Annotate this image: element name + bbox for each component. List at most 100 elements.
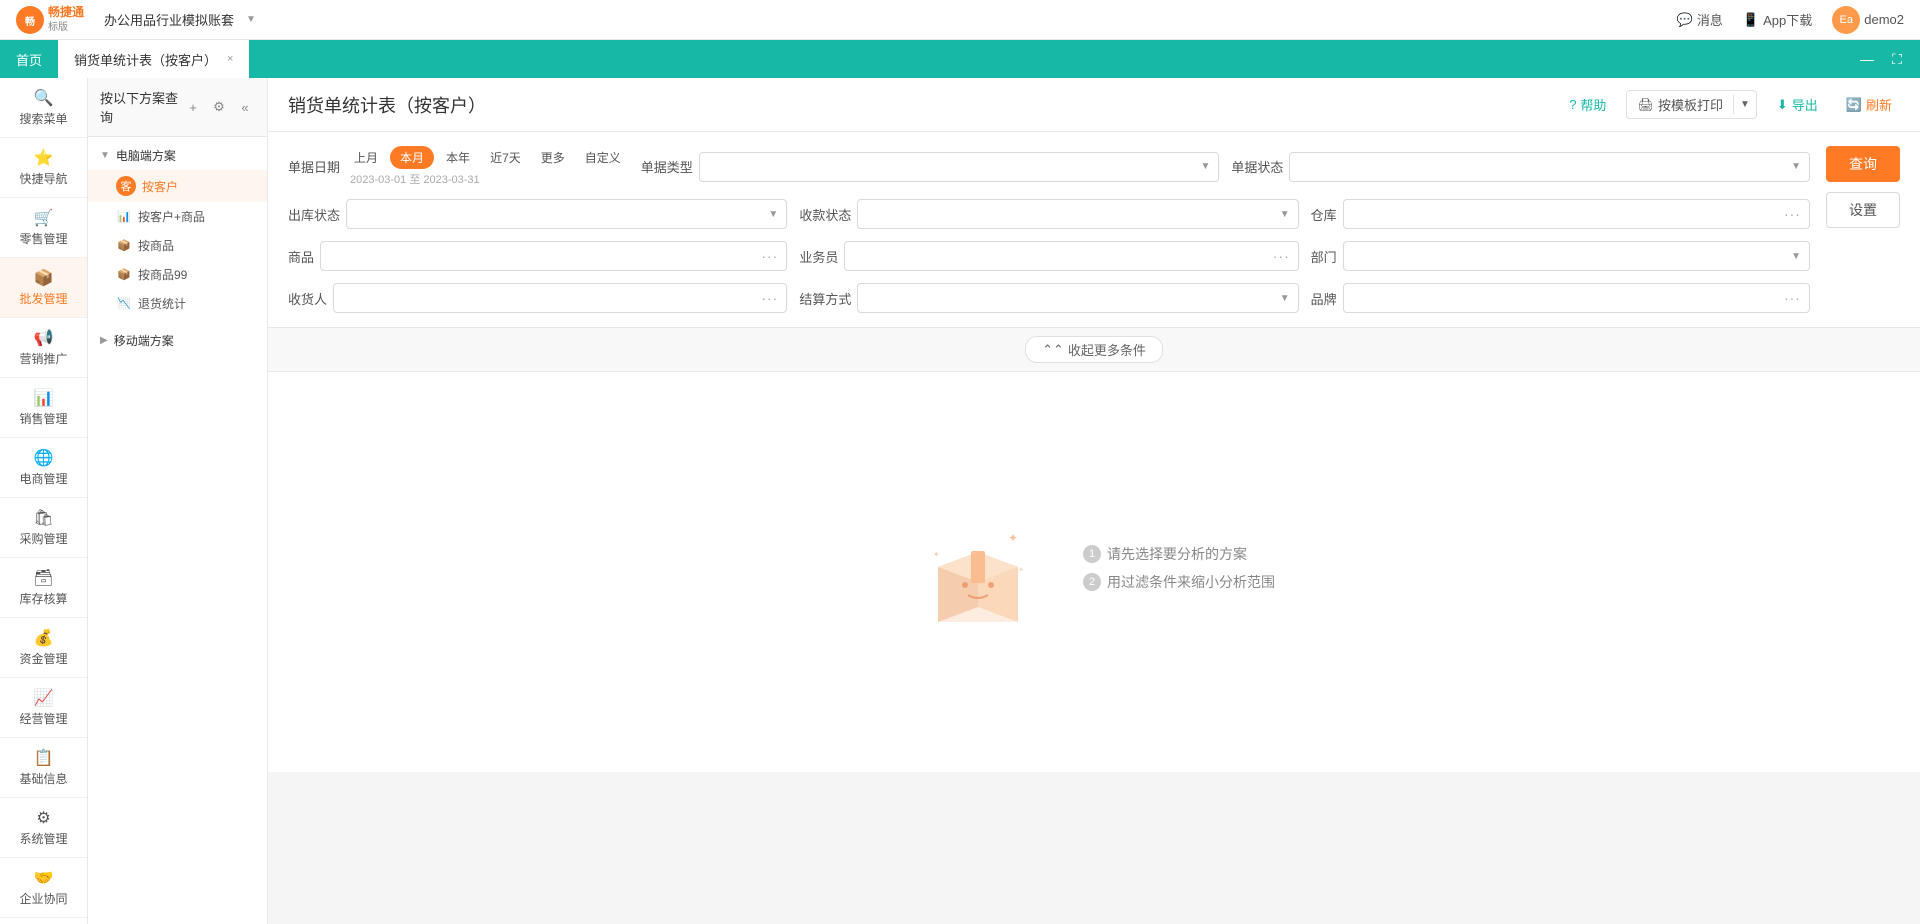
shipment-status-select[interactable]: ▼ bbox=[346, 199, 787, 229]
sidebar-item-marketing[interactable]: 📢 营销推广 bbox=[0, 318, 87, 378]
current-year-btn[interactable]: 本年 bbox=[438, 146, 478, 169]
order-type-select[interactable]: ▼ bbox=[699, 152, 1220, 182]
sidebar-item-wholesale[interactable]: 📦 批发管理 bbox=[0, 258, 87, 318]
message-icon: 💬 bbox=[1677, 12, 1693, 28]
tree-item-by-customer[interactable]: 客 按客户 bbox=[88, 170, 267, 202]
hint-num-2: 2 bbox=[1083, 573, 1101, 591]
sidebar-item-ecom[interactable]: 🌐 电商管理 bbox=[0, 438, 87, 498]
sidebar-item-finance[interactable]: 💰 资金管理 bbox=[0, 618, 87, 678]
avatar: Ea bbox=[1832, 6, 1860, 34]
tab-home[interactable]: 首页 bbox=[0, 40, 58, 78]
receiver-label: 收货人 bbox=[288, 289, 327, 308]
refresh-btn[interactable]: 🔄 刷新 bbox=[1838, 91, 1900, 118]
goods-select[interactable]: ··· bbox=[320, 241, 787, 271]
print-btn[interactable]: 🖨 按模板打印 bbox=[1627, 91, 1733, 118]
payment-status-label: 收款状态 bbox=[799, 205, 851, 224]
payment-status-select[interactable]: ▼ bbox=[857, 199, 1298, 229]
print-arrow-btn[interactable]: ▼ bbox=[1733, 95, 1756, 114]
filter-row-2: 出库状态 ▼ 收款状态 ▼ 仓库 bbox=[288, 199, 1810, 229]
tree-item-return-stats[interactable]: 📉 退货统计 bbox=[88, 289, 267, 318]
sidebar: 🔍 搜索菜单 ⭐ 快捷导航 🛒 零售管理 📦 批发管理 📢 营销推广 📊 销售管… bbox=[0, 78, 88, 924]
last7days-btn[interactable]: 近7天 bbox=[482, 146, 529, 169]
content-area: 销货单统计表（按客户） ? 帮助 🖨 按模板打印 ▼ ⬇ 导出 bbox=[268, 78, 1920, 924]
message-btn[interactable]: 💬 消息 bbox=[1677, 10, 1723, 29]
app-download-btn[interactable]: 📱 App下载 bbox=[1743, 10, 1812, 29]
empty-illustration-svg: ✦ ✦ ✦ bbox=[913, 507, 1043, 637]
staff-filter: 业务员 ··· bbox=[799, 241, 1298, 271]
sidebar-basic-label: 基础信息 bbox=[4, 770, 83, 787]
warehouse-dots: ··· bbox=[1784, 206, 1801, 222]
tree-group-desktop-label: 电脑端方案 bbox=[116, 147, 176, 164]
sidebar-item-retail[interactable]: 🛒 零售管理 bbox=[0, 198, 87, 258]
sidebar-item-search[interactable]: 🔍 搜索菜单 bbox=[0, 78, 87, 138]
sidebar-item-quick-nav[interactable]: ⭐ 快捷导航 bbox=[0, 138, 87, 198]
payment-method-label: 结算方式 bbox=[799, 289, 851, 308]
help-btn[interactable]: ? 帮助 bbox=[1561, 91, 1614, 118]
tab-close-btn[interactable]: × bbox=[227, 53, 233, 65]
receiver-select[interactable]: ··· bbox=[333, 283, 787, 313]
brand-select[interactable]: ··· bbox=[1343, 283, 1810, 313]
staff-select[interactable]: ··· bbox=[844, 241, 1298, 271]
filter-left: 单据日期 上月 本月 本年 近7天 更多 自定义 20 bbox=[288, 146, 1810, 313]
action-btns: 查询 设置 bbox=[1826, 146, 1900, 313]
topbar-title: 办公用品行业模拟账套 bbox=[104, 10, 234, 29]
filter-row-1: 单据日期 上月 本月 本年 近7天 更多 自定义 20 bbox=[288, 146, 1810, 187]
tree-item-return-stats-label: 退货统计 bbox=[138, 295, 186, 312]
minimize-btn[interactable]: — bbox=[1856, 48, 1878, 70]
custom-date-btn[interactable]: 自定义 bbox=[577, 146, 629, 169]
shipment-arrow: ▼ bbox=[768, 209, 778, 220]
order-status-filter: 单据状态 ▼ bbox=[1231, 152, 1810, 182]
topbar-title-arrow: ▼ bbox=[246, 14, 256, 25]
sidebar-item-basic[interactable]: 📋 基础信息 bbox=[0, 738, 87, 798]
payment-method-filter: 结算方式 ▼ bbox=[799, 283, 1298, 313]
tree-item-by-customer-goods[interactable]: 📊 按客户+商品 bbox=[88, 202, 267, 231]
user-menu[interactable]: Ea demo2 bbox=[1832, 6, 1904, 34]
finance-icon: 💰 bbox=[4, 628, 83, 648]
svg-text:✦: ✦ bbox=[1008, 531, 1018, 545]
tree-item-by-goods[interactable]: 📦 按商品 bbox=[88, 231, 267, 260]
sidebar-item-purchase[interactable]: 🛍 采购管理 bbox=[0, 498, 87, 558]
warehouse-filter: 仓库 ··· bbox=[1311, 199, 1810, 229]
collapse-more-btn[interactable]: ⌃⌃ 收起更多条件 bbox=[1025, 336, 1163, 363]
star-icon: ⭐ bbox=[4, 148, 83, 168]
export-btn[interactable]: ⬇ 导出 bbox=[1769, 91, 1826, 118]
tree-item-by-goods99[interactable]: 📦 按商品99 bbox=[88, 260, 267, 289]
sidebar-item-guide[interactable]: 🎯 新手引导 bbox=[0, 918, 87, 924]
brand-label: 品牌 bbox=[1311, 289, 1337, 308]
export-label: 导出 bbox=[1792, 95, 1818, 114]
sidebar-finance-label: 资金管理 bbox=[4, 650, 83, 667]
empty-hint-1: 1 请先选择要分析的方案 bbox=[1083, 544, 1275, 564]
more-date-btn[interactable]: 更多 bbox=[533, 146, 573, 169]
maximize-btn[interactable]: ⛶ bbox=[1886, 48, 1908, 70]
tab-active[interactable]: 销货单统计表（按客户） × bbox=[58, 40, 249, 78]
refresh-label: 刷新 bbox=[1866, 95, 1892, 114]
query-btn[interactable]: 查询 bbox=[1826, 146, 1900, 182]
settings-btn-action[interactable]: 设置 bbox=[1826, 192, 1900, 228]
payment-method-select[interactable]: ▼ bbox=[857, 283, 1298, 313]
sidebar-item-cooperation[interactable]: 🤝 企业协同 bbox=[0, 858, 87, 918]
topbar-right: 💬 消息 📱 App下载 Ea demo2 bbox=[1677, 6, 1904, 34]
sidebar-item-sales[interactable]: 📊 销售管理 bbox=[0, 378, 87, 438]
customer-icon: 客 bbox=[116, 176, 136, 196]
logo-area[interactable]: 畅 畅捷通 标版 bbox=[16, 5, 84, 34]
print-label: 按模板打印 bbox=[1658, 95, 1723, 114]
brand-dots: ··· bbox=[1784, 290, 1801, 306]
tree-group-mobile-header[interactable]: ▶ 移动端方案 bbox=[88, 326, 267, 355]
settings-scheme-btn[interactable]: ⚙ bbox=[209, 97, 229, 117]
warehouse-select[interactable]: ··· bbox=[1343, 199, 1810, 229]
collapse-panel-btn[interactable]: « bbox=[235, 97, 255, 117]
sidebar-item-system[interactable]: ⚙ 系统管理 bbox=[0, 798, 87, 858]
department-select[interactable]: ▼ bbox=[1343, 241, 1810, 271]
sidebar-item-inventory[interactable]: 🗃 库存核算 bbox=[0, 558, 87, 618]
filter-panel: 单据日期 上月 本月 本年 近7天 更多 自定义 20 bbox=[268, 132, 1920, 328]
sidebar-item-operations[interactable]: 📈 经营管理 bbox=[0, 678, 87, 738]
tree-group-desktop-header[interactable]: ▼ 电脑端方案 bbox=[88, 141, 267, 170]
filter-row-3: 商品 ··· 业务员 ··· 部门 bbox=[288, 241, 1810, 271]
prev-month-btn[interactable]: 上月 bbox=[346, 146, 386, 169]
retail-icon: 🛒 bbox=[4, 208, 83, 228]
goods-filter: 商品 ··· bbox=[288, 241, 787, 271]
add-scheme-btn[interactable]: + bbox=[183, 97, 203, 117]
order-status-select[interactable]: ▼ bbox=[1289, 152, 1810, 182]
date-filter: 单据日期 上月 本月 本年 近7天 更多 自定义 20 bbox=[288, 146, 629, 187]
current-month-btn[interactable]: 本月 bbox=[390, 146, 434, 169]
